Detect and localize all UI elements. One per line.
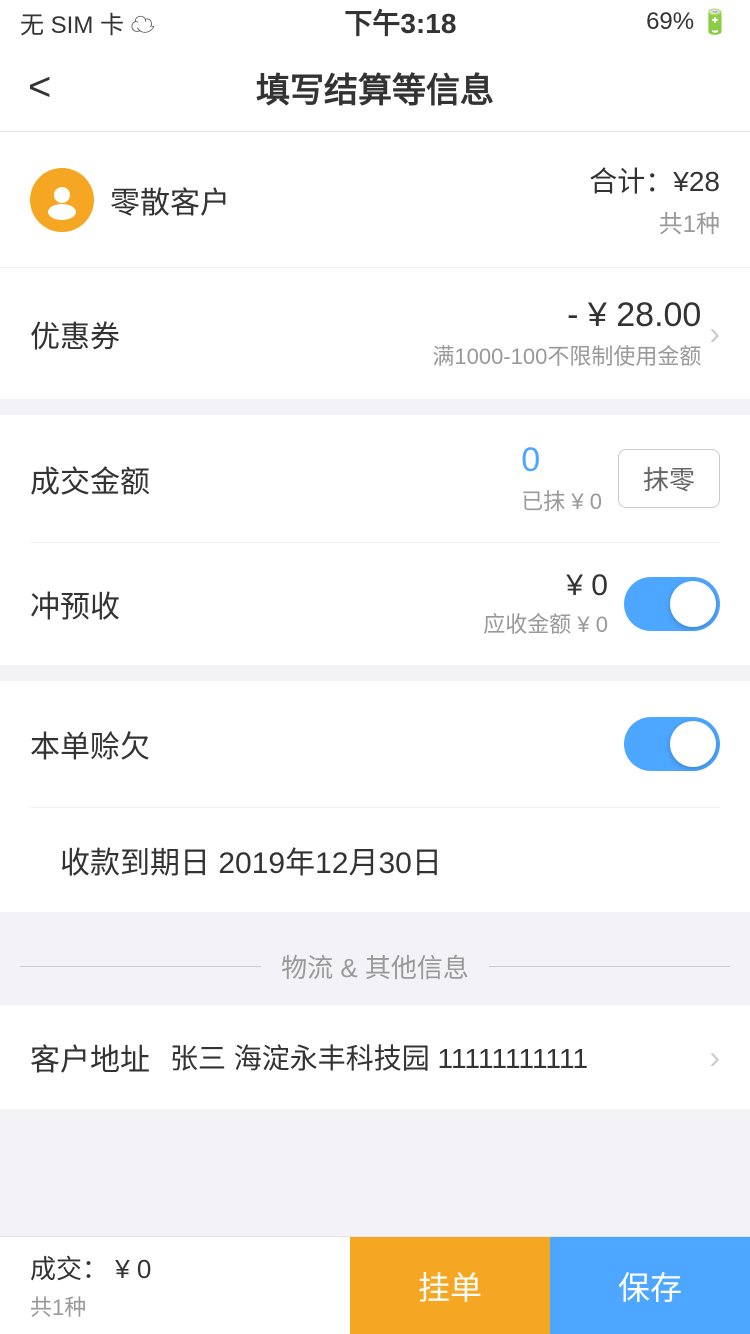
already-zero-text: 已抹 ¥ 0 xyxy=(521,484,602,516)
customer-section: 零散客户 合计：¥28 共1种 优惠券 - ¥ 28.00 满1000-100不… xyxy=(0,132,750,399)
round-zero-button[interactable]: 抹零 xyxy=(618,449,720,508)
chevron-right-icon: › xyxy=(709,315,720,352)
bottom-bar: 成交： ¥ 0 共1种 挂单 保存 xyxy=(0,1236,750,1334)
customer-left: 零散客户 xyxy=(30,168,230,232)
status-time: 下午3:18 xyxy=(344,2,456,42)
prepay-info: ¥ 0 应收金额 ¥ 0 xyxy=(483,569,608,639)
amount-section: 成交金额 0 已抹 ¥ 0 抹零 冲预收 ¥ 0 应收金额 ¥ 0 xyxy=(0,415,750,665)
bottom-transaction: 成交： ¥ 0 xyxy=(30,1249,320,1286)
battery-icon: 🔋 xyxy=(700,8,730,37)
transaction-amount-right: 0 已抹 ¥ 0 抹零 xyxy=(521,441,720,516)
due-date-value: 2019年12月30日 xyxy=(218,847,441,880)
debt-toggle[interactable] xyxy=(624,717,720,771)
prepay-note: 应收金额 ¥ 0 xyxy=(483,607,608,639)
debt-toggle-knob xyxy=(670,721,716,767)
transaction-amount-label: 成交金额 xyxy=(30,457,150,501)
customer-total: 合计：¥28 xyxy=(589,160,720,200)
customer-name: 零散客户 xyxy=(110,178,230,222)
coupon-desc: 满1000-100不限制使用金额 xyxy=(432,339,701,371)
coupon-row[interactable]: 优惠券 - ¥ 28.00 满1000-100不限制使用金额 › xyxy=(0,267,750,399)
nav-bar: < 填写结算等信息 xyxy=(0,44,750,132)
coupon-discount: - ¥ 28.00 xyxy=(432,296,701,335)
prepay-right-area: ¥ 0 应收金额 ¥ 0 xyxy=(483,569,720,639)
logistics-text: 物流 & 其他信息 xyxy=(281,948,469,985)
bottom-count: 共1种 xyxy=(30,1290,320,1322)
logistics-line-left xyxy=(20,966,261,967)
status-right: 69% 🔋 xyxy=(646,8,730,37)
address-label: 客户地址 xyxy=(30,1035,150,1079)
bottom-transaction-label: 成交： xyxy=(30,1254,108,1284)
save-button[interactable]: 保存 xyxy=(550,1237,750,1334)
address-chevron-icon: › xyxy=(709,1039,720,1076)
avatar xyxy=(30,168,94,232)
address-row[interactable]: 客户地址 张三 海淀永丰科技园 11111111111 › xyxy=(0,1005,750,1109)
bottom-transaction-value: ¥ 0 xyxy=(115,1254,151,1284)
debt-label: 本单赊欠 xyxy=(30,722,150,766)
coupon-right-inner: - ¥ 28.00 满1000-100不限制使用金额 xyxy=(432,296,701,371)
customer-right: 合计：¥28 共1种 xyxy=(589,160,720,239)
address-value: 张三 海淀永丰科技园 11111111111 xyxy=(170,1037,709,1077)
status-bar: 无 SIM 卡 ☁ 下午3:18 69% 🔋 xyxy=(0,0,750,44)
hold-button[interactable]: 挂单 xyxy=(350,1237,550,1334)
page-title: 填写结算等信息 xyxy=(256,63,494,112)
bottom-info: 成交： ¥ 0 共1种 xyxy=(0,1237,350,1334)
status-left: 无 SIM 卡 ☁ xyxy=(20,5,155,40)
prepay-label: 冲预收 xyxy=(30,582,120,626)
logistics-line-right xyxy=(489,966,730,967)
toggle-knob xyxy=(670,581,716,627)
transaction-amount-info: 0 已抹 ¥ 0 xyxy=(521,441,602,516)
prepay-row: 冲预收 ¥ 0 应收金额 ¥ 0 xyxy=(30,543,720,665)
battery-text: 69% xyxy=(646,8,694,36)
address-section: 客户地址 张三 海淀永丰科技园 11111111111 › xyxy=(0,1005,750,1109)
prepay-amount: ¥ 0 xyxy=(483,569,608,603)
customer-count: 共1种 xyxy=(589,204,720,239)
prepay-toggle[interactable] xyxy=(624,577,720,631)
customer-row: 零散客户 合计：¥28 共1种 xyxy=(0,132,750,267)
logistics-divider: 物流 & 其他信息 xyxy=(0,928,750,1005)
transaction-amount-row: 成交金额 0 已抹 ¥ 0 抹零 xyxy=(30,415,720,543)
signal-text: 无 SIM 卡 ☁ xyxy=(20,5,155,40)
transaction-amount-value: 0 xyxy=(521,441,602,480)
coupon-right: - ¥ 28.00 满1000-100不限制使用金额 › xyxy=(432,296,720,371)
back-button[interactable]: < xyxy=(28,65,51,110)
debt-section: 本单赊欠 收款到期日 2019年12月30日 xyxy=(0,681,750,912)
due-date-row: 收款到期日 2019年12月30日 xyxy=(30,807,720,912)
due-date-label: 收款到期日 xyxy=(60,847,210,880)
debt-row: 本单赊欠 xyxy=(30,681,720,807)
coupon-label: 优惠券 xyxy=(30,312,120,356)
